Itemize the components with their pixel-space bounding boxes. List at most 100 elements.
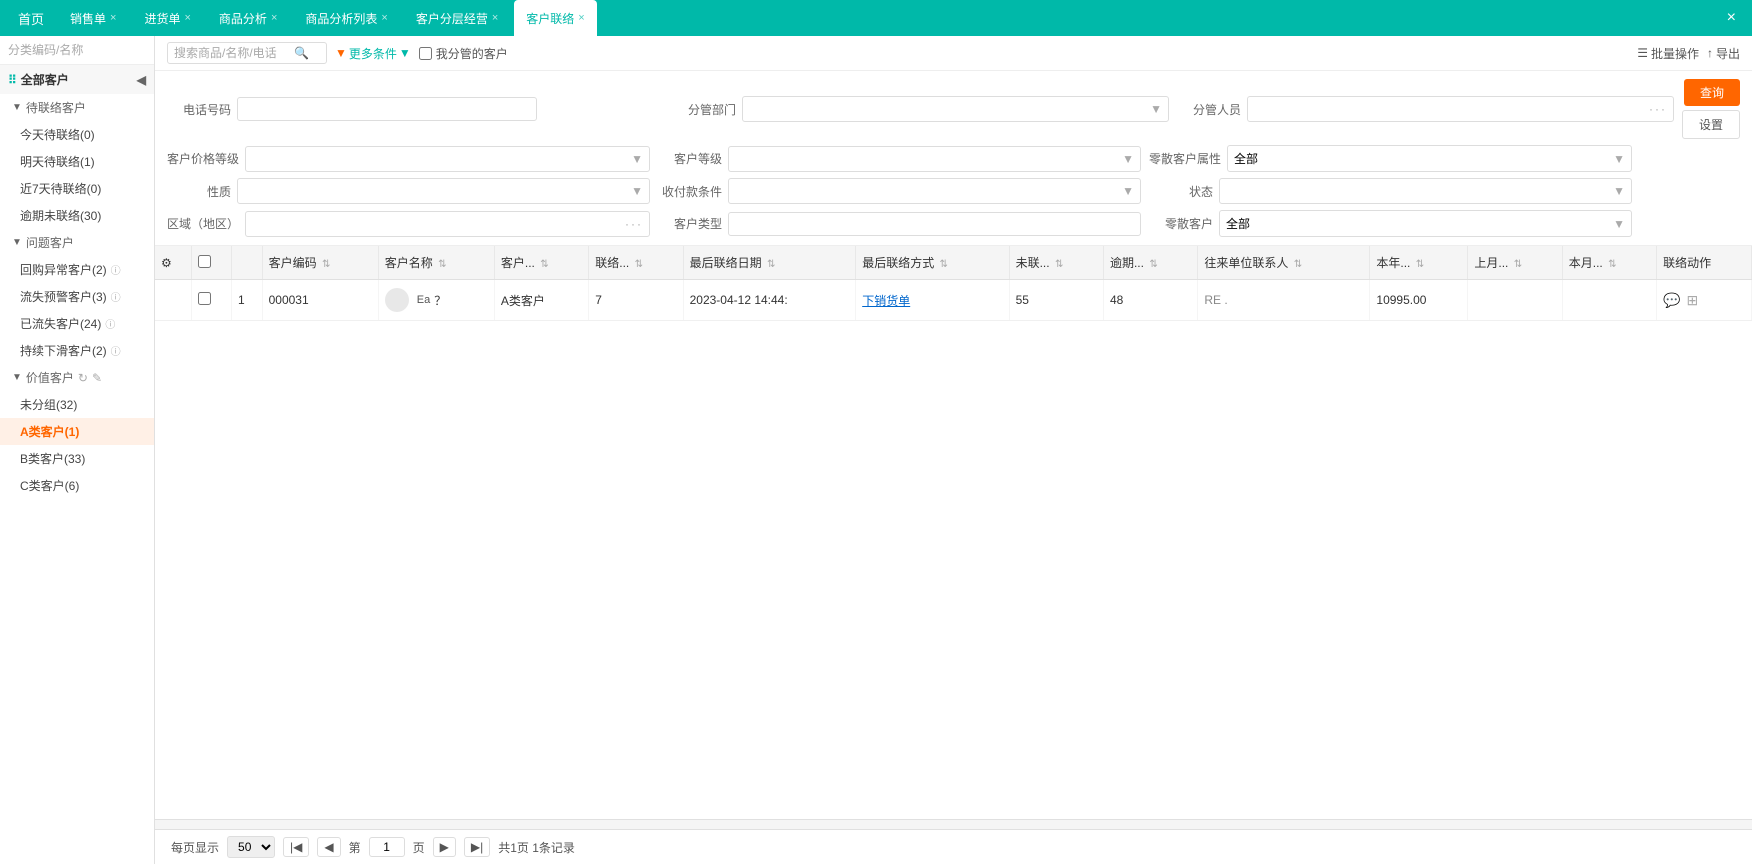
retail-customer-select[interactable]: 全部 ▼ [1219,210,1632,237]
prev-page-button[interactable]: ◀ [317,837,340,857]
batch-op-icon: ☰ [1637,46,1648,60]
last-page-button[interactable]: ▶| [464,837,490,857]
col-code-header[interactable]: 客户编码 ⇅ [262,246,378,280]
dept-select[interactable]: ▼ [742,96,1169,122]
sidebar-item-7days[interactable]: 近7天待联络(0) [0,175,154,202]
sidebar-item-continuous-decline[interactable]: 持续下滑客户(2) ⓘ [0,337,154,364]
manager-select[interactable]: ··· [1247,96,1674,122]
sidebar-item-a-class[interactable]: A类客户(1) [0,418,154,445]
settings-button[interactable]: 设置 [1682,110,1740,139]
customer-type-input[interactable] [728,212,1141,236]
sidebar-item-today[interactable]: 今天待联络(0) [0,121,154,148]
payment-select[interactable]: ▼ [728,178,1141,204]
col-checkbox-header[interactable] [191,246,231,280]
batch-op-button[interactable]: ☰ 批量操作 [1637,45,1699,62]
my-customers-checkbox[interactable] [419,47,432,60]
phone-input[interactable] [237,97,537,121]
close-customer-contact-tab[interactable]: × [578,12,584,24]
col-overdue-header[interactable]: 逾期... ⇅ [1103,246,1197,280]
refresh-icon[interactable]: ↻ [78,371,88,385]
col-contact-header[interactable]: 联络... ⇅ [589,246,683,280]
contact-method-link[interactable]: 下销货单 [862,294,910,308]
qr-icon[interactable]: ⊞ [1687,292,1699,309]
sidebar-collapse-button[interactable]: ◀ [137,73,146,87]
filter-row-4: 区域（地区） ··· 客户类型 零散客户 全部 ▼ [167,210,1740,237]
nav-tab-sales[interactable]: 销售单 × [58,0,128,36]
status-select[interactable]: ▼ [1219,178,1632,204]
col-last-month-header[interactable]: 上月... ⇅ [1468,246,1562,280]
nav-tab-purchase[interactable]: 进货单 × [132,0,202,36]
row-checkbox[interactable] [198,292,211,305]
sidebar-group-problem-customers[interactable]: ▼ 问题客户 [0,229,154,256]
page-input[interactable] [369,837,405,857]
sidebar-item-lost[interactable]: 已流失客户(24) ⓘ [0,310,154,337]
nature-select[interactable]: ▼ [237,178,650,204]
col-prev-unit-contact-header[interactable]: 往来单位联系人 ⇅ [1198,246,1370,280]
sidebar-group-pending-contact[interactable]: ▼ 待联络客户 [0,94,154,121]
filter-field-region: 区域（地区） ··· [167,211,650,237]
next-page-button[interactable]: ▶ [433,837,456,857]
sidebar-item-unclassified[interactable]: 未分组(32) [0,391,154,418]
sort-icon: ⇅ [1149,259,1157,270]
sidebar-group-value-customers[interactable]: ▼ 价值客户 ↻ ✎ [0,364,154,391]
close-customer-segment-tab[interactable]: × [492,12,498,24]
search-button[interactable]: 查询 [1684,79,1740,106]
close-goods-analysis-tab[interactable]: × [271,12,277,24]
col-this-month-header[interactable]: 本月... ⇅ [1562,246,1656,280]
customer-grade-select[interactable]: ▼ [728,146,1141,172]
sort-icon: ⇅ [540,259,548,270]
select-all-checkbox[interactable] [198,255,211,268]
close-purchase-tab[interactable]: × [184,12,190,24]
sidebar-item-tomorrow[interactable]: 明天待联络(1) [0,148,154,175]
nav-tab-customer-segment[interactable]: 客户分层经营 × [404,0,510,36]
sidebar-item-overdue[interactable]: 逾期未联络(30) [0,202,154,229]
cell-seq: 1 [232,280,263,321]
horizontal-scrollbar[interactable] [155,819,1752,829]
sidebar-item-loss-risk[interactable]: 流失预警客户(3) ⓘ [0,283,154,310]
col-this-year-header[interactable]: 本年... ⇅ [1370,246,1468,280]
col-category-header[interactable]: 客户... ⇅ [494,246,588,280]
first-page-button[interactable]: |◀ [283,837,309,857]
nav-tab-goods-analysis-list[interactable]: 商品分析列表 × [293,0,399,36]
cell-checkbox[interactable] [191,280,231,321]
filter-search-input[interactable] [174,46,294,60]
nav-tab-goods-analysis[interactable]: 商品分析 × [207,0,289,36]
sidebar-item-repurchase-abnormal[interactable]: 回购异常客户(2) ⓘ [0,256,154,283]
sidebar-item-b-class[interactable]: B类客户(33) [0,445,154,472]
sidebar-item-c-class[interactable]: C类客户(6) [0,472,154,499]
close-sales-tab[interactable]: × [110,12,116,24]
filter-field-retail-attr: 零散客户属性 全部 ▼ [1149,145,1632,172]
filter-bar: 🔍 ▼ 更多条件 ▼ 我分管的客户 ☰ 批量操作 ↑ 导出 [155,36,1752,71]
customer-name-cell: Ea ？ [385,288,488,312]
cell-actions: 💬 ⊞ [1657,280,1752,321]
region-select[interactable]: ··· [245,211,650,237]
filter-search-icon[interactable]: 🔍 [294,46,309,60]
filter-field-customer-type: 客户类型 [658,212,1141,236]
export-button[interactable]: ↑ 导出 [1707,45,1740,62]
cell-last-contact-method[interactable]: 下销货单 [856,280,1009,321]
sort-icon: ⇅ [1608,259,1616,270]
close-all-tabs[interactable]: × [1719,9,1744,27]
col-name-header[interactable]: 客户名称 ⇅ [378,246,494,280]
col-last-contact-date-header[interactable]: 最后联络日期 ⇅ [683,246,856,280]
retail-attr-select[interactable]: 全部 ▼ [1227,145,1632,172]
nav-tab-home[interactable]: 首页 [8,9,54,28]
payment-label: 收付款条件 [658,183,728,200]
page-size-select[interactable]: 50 [227,836,275,858]
cell-last-contact-date: 2023-04-12 14:44: [683,280,856,321]
col-no-contact-header[interactable]: 未联... ⇅ [1009,246,1103,280]
filter-panel: 电话号码 分管部门 ▼ 分管人员 ··· [155,71,1752,246]
filter-more-conditions[interactable]: ▼ 更多条件 ▼ [335,45,411,62]
chat-icon[interactable]: 💬 [1663,292,1680,309]
close-goods-analysis-list-tab[interactable]: × [381,12,387,24]
edit-icon[interactable]: ✎ [92,371,102,385]
sidebar-search-input[interactable] [8,43,155,57]
nav-tab-customer-contact[interactable]: 客户联络 × [514,0,596,36]
content-area: 🔍 ▼ 更多条件 ▼ 我分管的客户 ☰ 批量操作 ↑ 导出 [155,36,1752,864]
col-last-contact-method-header[interactable]: 最后联络方式 ⇅ [856,246,1009,280]
filter-field-status: 状态 ▼ [1149,178,1632,204]
filter-field-dept: 分管部门 ▼ [672,96,1169,122]
col-settings[interactable]: ⚙ [155,246,191,280]
info-icon: ⓘ [111,262,121,277]
price-grade-select[interactable]: ▼ [245,146,650,172]
